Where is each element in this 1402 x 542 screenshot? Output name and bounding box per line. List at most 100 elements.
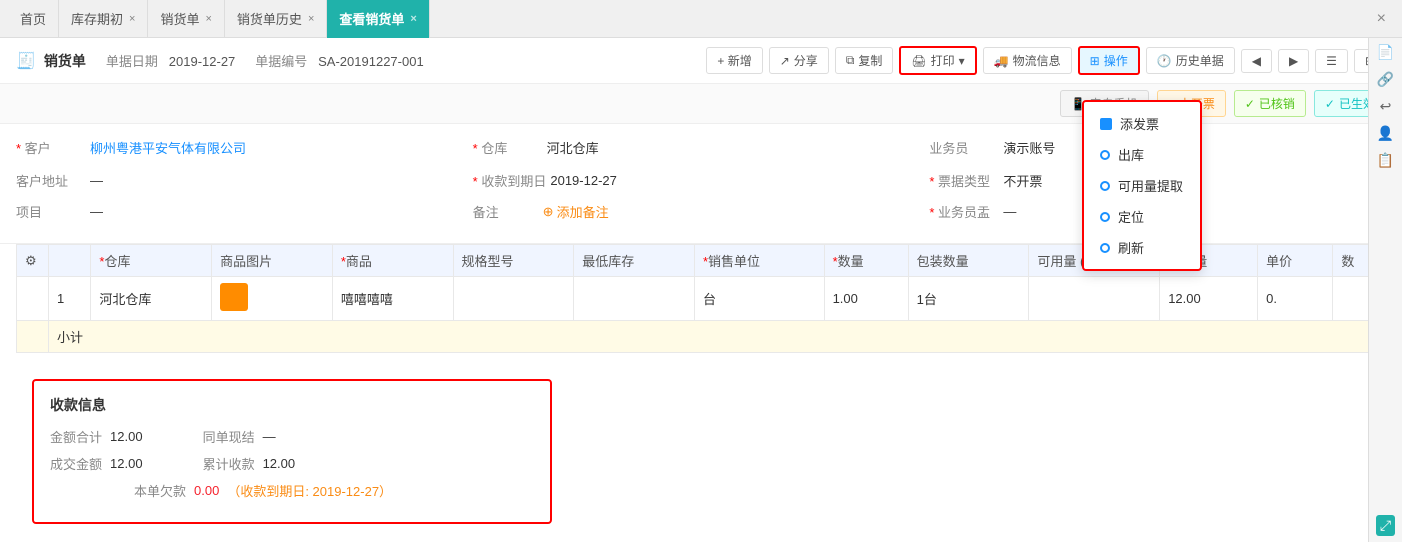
dropdown-locate-label: 定位	[1118, 207, 1144, 226]
sidebar-return-icon[interactable]: ↩	[1380, 98, 1392, 115]
transaction-label: 成交金额	[50, 454, 102, 473]
share-button[interactable]: ↗ 分享	[769, 47, 829, 74]
cumulative-item: 累计收款 12.00	[203, 454, 296, 473]
print-button[interactable]: 🖨 打印 ▾	[899, 46, 976, 75]
project-field: 项目 —	[16, 202, 473, 221]
th-spec: 规格型号	[453, 245, 574, 277]
staff2-value: —	[999, 202, 1020, 221]
warehouse-value: 河北仓库	[543, 136, 603, 159]
dropdown-locate[interactable]: 定位	[1084, 201, 1200, 232]
print-dropdown-icon: ▾	[959, 54, 965, 68]
date-value: 2019-12-27	[169, 54, 236, 69]
tab-inventory-close[interactable]: ×	[129, 13, 135, 25]
history-button[interactable]: 🕐 历史单据	[1146, 47, 1235, 74]
td-pack-qty: 1台	[908, 277, 1029, 321]
staff-value: 演示账号	[999, 136, 1059, 159]
customer-value[interactable]: 柳州粤港平安气体有限公司	[86, 136, 250, 159]
tab-sales-label: 销货单	[160, 9, 199, 28]
dropdown-refresh[interactable]: 刷新	[1084, 232, 1200, 263]
tab-sales-history-close[interactable]: ×	[308, 13, 314, 25]
doc-title-text: 销货单	[44, 51, 86, 71]
due-date-label: 收款到期日	[473, 171, 547, 190]
td-index: 1	[49, 277, 91, 321]
project-label: 项目	[16, 202, 86, 221]
td-current: 12.00	[1160, 277, 1258, 321]
dropdown-outbound[interactable]: 出库	[1084, 139, 1200, 170]
th-img: 商品图片	[212, 245, 333, 277]
number-value: SA-20191227-001	[318, 54, 424, 69]
cumulative-value: 12.00	[263, 456, 296, 471]
th-min-stock: 最低库存	[574, 245, 695, 277]
subtotal-label: 小计	[49, 321, 1386, 353]
dropdown-refresh-label: 刷新	[1118, 238, 1144, 257]
td-qty: 1.00	[824, 277, 908, 321]
note-field: 备注 ⊕ 添加备注	[473, 202, 930, 221]
nav-prev-button[interactable]: ◀	[1241, 49, 1272, 73]
arrears-item: 本单欠款 0.00 （收款到期日: 2019-12-27）	[50, 481, 392, 500]
doc-meta: 单据日期 2019-12-27 单据编号 SA-20191227-001	[106, 51, 424, 70]
add-note-button[interactable]: ⊕ 添加备注	[543, 202, 609, 221]
cumulative-label: 累计收款	[203, 454, 255, 473]
circle-icon-refresh	[1100, 243, 1110, 253]
td-min-stock	[574, 277, 695, 321]
dropdown-add-invoice[interactable]: 添发票	[1084, 108, 1200, 139]
copy-button[interactable]: ⧉ 复制	[835, 47, 894, 74]
dropdown-menu: 添发票 出库 可用量提取 定位 刷新	[1082, 100, 1202, 271]
logistics-icon: 🚚	[994, 54, 1009, 68]
doc-actions: + 新增 ↗ 分享 ⧉ 复制 🖨 打印 ▾ 🚚 物流信息	[706, 46, 1386, 75]
sidebar-user-icon[interactable]: 👤	[1377, 125, 1394, 142]
th-price: 单价	[1258, 245, 1333, 277]
add-icon: ⊕	[543, 204, 554, 220]
th-pack-qty: 包装数量	[908, 245, 1029, 277]
logistics-button[interactable]: 🚚 物流信息	[983, 47, 1072, 74]
share-icon: ↗	[780, 54, 790, 68]
customer-field: 客户 柳州粤港平安气体有限公司	[16, 136, 473, 159]
sidebar-doc-icon[interactable]: 📄	[1377, 44, 1394, 61]
doc-title-area: 🧾 销货单	[16, 51, 86, 71]
add-button[interactable]: + 新增	[706, 47, 762, 74]
transaction-value: 12.00	[110, 456, 143, 471]
payment-row-3: 本单欠款 0.00 （收款到期日: 2019-12-27）	[50, 481, 534, 500]
address-label: 客户地址	[16, 171, 86, 190]
number-label-text: 单据编号	[255, 54, 307, 69]
th-product: *商品	[332, 245, 453, 277]
tab-home-label: 首页	[20, 9, 46, 28]
verified-btn[interactable]: ✓ 已核销	[1234, 90, 1306, 117]
sidebar-list-icon[interactable]: 📋	[1377, 152, 1394, 169]
project-value: —	[86, 202, 107, 221]
tab-view-sales[interactable]: 查看销货单 ×	[327, 0, 429, 38]
th-gear: ⚙	[17, 245, 49, 277]
tab-sales[interactable]: 销货单 ×	[148, 0, 224, 38]
doc-icon: 🧾	[16, 51, 36, 71]
tab-view-sales-close[interactable]: ×	[410, 13, 416, 25]
circle-icon-available	[1100, 181, 1110, 191]
same-bill-item: 同单现结 —	[203, 427, 276, 446]
staff2-label: 业务员盂	[929, 202, 999, 221]
nav-next-button[interactable]: ▶	[1278, 49, 1309, 73]
td-warehouse: 河北仓库	[91, 277, 212, 321]
arrears-note: （收款到期日: 2019-12-27）	[227, 481, 392, 500]
tab-sales-close[interactable]: ×	[205, 13, 211, 25]
th-warehouse: *仓库	[91, 245, 212, 277]
tab-inventory[interactable]: 库存期初 ×	[59, 0, 148, 38]
payment-wrapper: 收款信息 金额合计 12.00 同单现结 — 成交金额 12.00	[0, 361, 1402, 542]
payment-title: 收款信息	[50, 395, 534, 415]
tab-home[interactable]: 首页	[8, 0, 59, 38]
td-spec	[453, 277, 574, 321]
sidebar-link-icon[interactable]: 🔗	[1377, 71, 1394, 88]
same-bill-value: —	[263, 429, 276, 444]
tab-sales-history[interactable]: 销货单历史 ×	[225, 0, 327, 38]
layout1-button[interactable]: ☰	[1315, 49, 1348, 73]
print-icon: 🖨	[911, 54, 926, 68]
th-qty: *数量	[824, 245, 908, 277]
total-label: 金额合计	[50, 427, 102, 446]
tab-bar-close-button[interactable]: ×	[1369, 10, 1394, 28]
history-icon: 🕐	[1157, 54, 1172, 68]
doc-header: 🧾 销货单 单据日期 2019-12-27 单据编号 SA-20191227-0…	[0, 38, 1402, 84]
dropdown-available[interactable]: 可用量提取	[1084, 170, 1200, 201]
td-img	[212, 277, 333, 321]
right-sidebar: 📄 🔗 ↩ 👤 📋 ⤢	[1368, 38, 1402, 542]
payment-section: 收款信息 金额合计 12.00 同单现结 — 成交金额 12.00	[32, 379, 552, 524]
operate-button[interactable]: ⊞ 操作	[1078, 46, 1140, 75]
staff-label: 业务员	[929, 138, 999, 157]
